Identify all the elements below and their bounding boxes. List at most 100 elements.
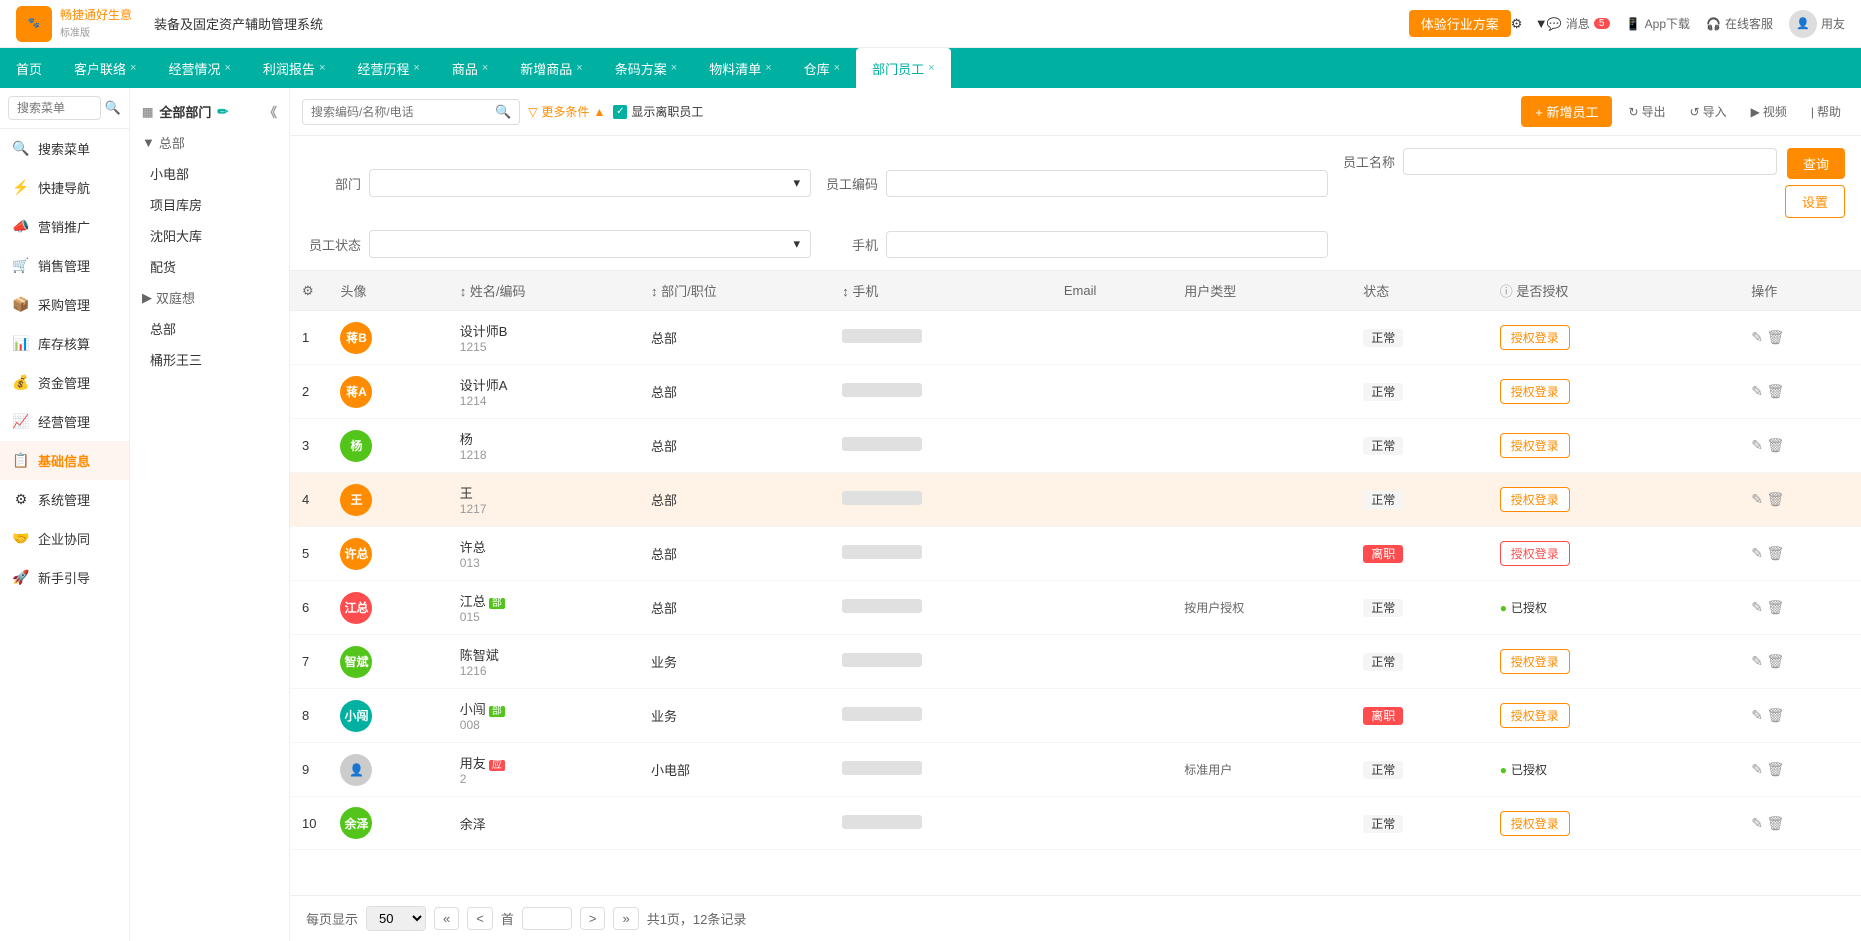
page-size-select[interactable]: 50 100 xyxy=(366,906,426,931)
emp-name-input[interactable] xyxy=(1403,148,1777,175)
nav-tab-仓库[interactable]: 仓库 × xyxy=(788,48,856,88)
tab-close-商品[interactable]: × xyxy=(482,62,488,74)
delete-btn[interactable]: 🗑 xyxy=(1767,761,1785,778)
dept-item-项目库房[interactable]: 项目库房 xyxy=(130,189,289,220)
sidebar-item-销售管理[interactable]: 🛒销售管理 xyxy=(0,246,129,285)
edit-btn[interactable]: ✎ xyxy=(1751,761,1763,778)
delete-btn[interactable]: 🗑 xyxy=(1767,815,1785,832)
sidebar-item-快捷导航[interactable]: ⚡快捷导航 xyxy=(0,168,129,207)
next-page-btn[interactable]: > xyxy=(580,907,606,930)
auth-btn[interactable]: 授权登录 xyxy=(1500,703,1570,728)
dept-item-沈阳大库[interactable]: 沈阳大库 xyxy=(130,220,289,251)
nav-tab-物料清单[interactable]: 物料清单 × xyxy=(693,48,787,88)
first-page-btn[interactable]: « xyxy=(434,907,459,930)
delete-btn[interactable]: 🗑 xyxy=(1767,707,1785,724)
last-page-btn[interactable]: » xyxy=(613,907,638,930)
import-btn[interactable]: ↺ 导入 xyxy=(1682,99,1735,124)
auth-btn[interactable]: 授权登录 xyxy=(1500,433,1570,458)
tab-close-部门员工[interactable]: × xyxy=(928,62,934,74)
nav-tab-经营历程[interactable]: 经营历程 × xyxy=(341,48,435,88)
delete-btn[interactable]: 🗑 xyxy=(1767,653,1785,670)
nav-tab-商品[interactable]: 商品 × xyxy=(436,48,504,88)
edit-btn[interactable]: ✎ xyxy=(1751,599,1763,616)
dept-item-总部[interactable]: 总部 xyxy=(130,313,289,344)
nav-tab-部门员工[interactable]: 部门员工 × xyxy=(856,48,950,88)
sidebar-item-营销推广[interactable]: 📣营销推广 xyxy=(0,207,129,246)
dept-item-桶形王三[interactable]: 桶形王三 xyxy=(130,344,289,375)
edit-btn[interactable]: ✎ xyxy=(1751,437,1763,454)
search-btn-icon[interactable]: 🔍 xyxy=(495,104,511,120)
col-settings[interactable]: ⚙ xyxy=(290,271,328,311)
show-resigned-toggle[interactable]: ✓ 显示离职员工 xyxy=(613,103,703,120)
query-btn[interactable]: 查询 xyxy=(1787,148,1845,179)
sidebar-item-新手引导[interactable]: 🚀新手引导 xyxy=(0,558,129,597)
delete-btn[interactable]: 🗑 xyxy=(1767,437,1785,454)
message-btn[interactable]: 💬 消息 5 xyxy=(1547,15,1610,32)
delete-btn[interactable]: 🗑 xyxy=(1767,383,1785,400)
edit-btn[interactable]: ✎ xyxy=(1751,653,1763,670)
edit-btn[interactable]: ✎ xyxy=(1751,707,1763,724)
dept-collapse-icon[interactable]: 《 xyxy=(264,102,277,121)
sidebar-item-库存核算[interactable]: 📊库存核算 xyxy=(0,324,129,363)
tab-close-经营情况[interactable]: × xyxy=(224,62,230,74)
dept-select[interactable]: ▾ xyxy=(369,169,811,197)
nav-tab-客户联络[interactable]: 客户联络 × xyxy=(58,48,152,88)
auth-btn[interactable]: 授权登录 xyxy=(1500,379,1570,404)
col-name[interactable]: ↕ 姓名/编码 xyxy=(448,271,639,311)
search-input[interactable] xyxy=(311,105,491,119)
add-employee-btn[interactable]: + 新增员工 xyxy=(1521,96,1612,127)
dept-item-配货[interactable]: 配货 xyxy=(130,251,289,282)
edit-btn[interactable]: ✎ xyxy=(1751,329,1763,346)
nav-tab-新增商品[interactable]: 新增商品 × xyxy=(504,48,598,88)
tab-close-仓库[interactable]: × xyxy=(834,62,840,74)
edit-btn[interactable]: ✎ xyxy=(1751,815,1763,832)
delete-btn[interactable]: 🗑 xyxy=(1767,329,1785,346)
sidebar-item-企业协同[interactable]: 🤝企业协同 xyxy=(0,519,129,558)
help-btn[interactable]: | 帮助 xyxy=(1803,99,1849,124)
auth-btn[interactable]: 授权登录 xyxy=(1500,541,1570,566)
page-number-input[interactable]: 1 xyxy=(522,907,572,930)
edit-btn[interactable]: ✎ xyxy=(1751,491,1763,508)
delete-btn[interactable]: 🗑 xyxy=(1767,599,1785,616)
sidebar-item-基础信息[interactable]: 📋基础信息 xyxy=(0,441,129,480)
auth-btn[interactable]: 授权登录 xyxy=(1500,487,1570,512)
sidebar-search-input[interactable] xyxy=(8,96,101,120)
dropdown-icon[interactable]: ▼ xyxy=(1535,16,1547,31)
nav-tab-条码方案[interactable]: 条码方案 × xyxy=(599,48,693,88)
col-dept[interactable]: ↕ 部门/职位 xyxy=(639,271,830,311)
sidebar-item-搜索菜单[interactable]: 🔍搜索菜单 xyxy=(0,129,129,168)
delete-btn[interactable]: 🗑 xyxy=(1767,545,1785,562)
sidebar-item-经营管理[interactable]: 📈经营管理 xyxy=(0,402,129,441)
settings-icon[interactable]: ⚙ xyxy=(1511,16,1535,32)
col-phone[interactable]: ↕ 手机 xyxy=(830,271,1052,311)
edit-btn[interactable]: ✎ xyxy=(1751,383,1763,400)
tab-close-利润报告[interactable]: × xyxy=(319,62,325,74)
tab-close-新增商品[interactable]: × xyxy=(576,62,582,74)
auth-btn[interactable]: 授权登录 xyxy=(1500,811,1570,836)
phone-input[interactable] xyxy=(886,231,1328,258)
auth-btn[interactable]: 授权登录 xyxy=(1500,649,1570,674)
prev-page-btn[interactable]: < xyxy=(467,907,493,930)
edit-btn[interactable]: ✎ xyxy=(1751,545,1763,562)
sidebar-item-采购管理[interactable]: 📦采购管理 xyxy=(0,285,129,324)
export-btn[interactable]: ↻ 导出 xyxy=(1620,99,1673,124)
emp-code-input[interactable] xyxy=(886,170,1328,197)
dept-group-双庭想[interactable]: ▶双庭想 xyxy=(130,282,289,313)
nav-tab-首页[interactable]: 首页 xyxy=(0,48,58,88)
app-download-btn[interactable]: 📱 App下载 xyxy=(1626,15,1690,32)
experience-btn[interactable]: 体验行业方案 xyxy=(1409,10,1511,37)
dept-item-小电部[interactable]: 小电部 xyxy=(130,158,289,189)
dept-edit-icon[interactable]: ✏ xyxy=(217,104,228,120)
tab-close-物料清单[interactable]: × xyxy=(765,62,771,74)
video-btn[interactable]: ▶ 视频 xyxy=(1743,99,1795,124)
tab-close-条码方案[interactable]: × xyxy=(671,62,677,74)
nav-tab-经营情况[interactable]: 经营情况 × xyxy=(152,48,246,88)
more-filter-btn[interactable]: ▽ 更多条件 ▲ xyxy=(528,103,605,120)
emp-status-select[interactable]: ▾ xyxy=(369,230,811,258)
auth-btn[interactable]: 授权登录 xyxy=(1500,325,1570,350)
reset-btn[interactable]: 设置 xyxy=(1785,185,1845,218)
sidebar-item-资金管理[interactable]: 💰资金管理 xyxy=(0,363,129,402)
tab-close-客户联络[interactable]: × xyxy=(130,62,136,74)
delete-btn[interactable]: 🗑 xyxy=(1767,491,1785,508)
dept-group-总部[interactable]: ▼总部 xyxy=(130,127,289,158)
